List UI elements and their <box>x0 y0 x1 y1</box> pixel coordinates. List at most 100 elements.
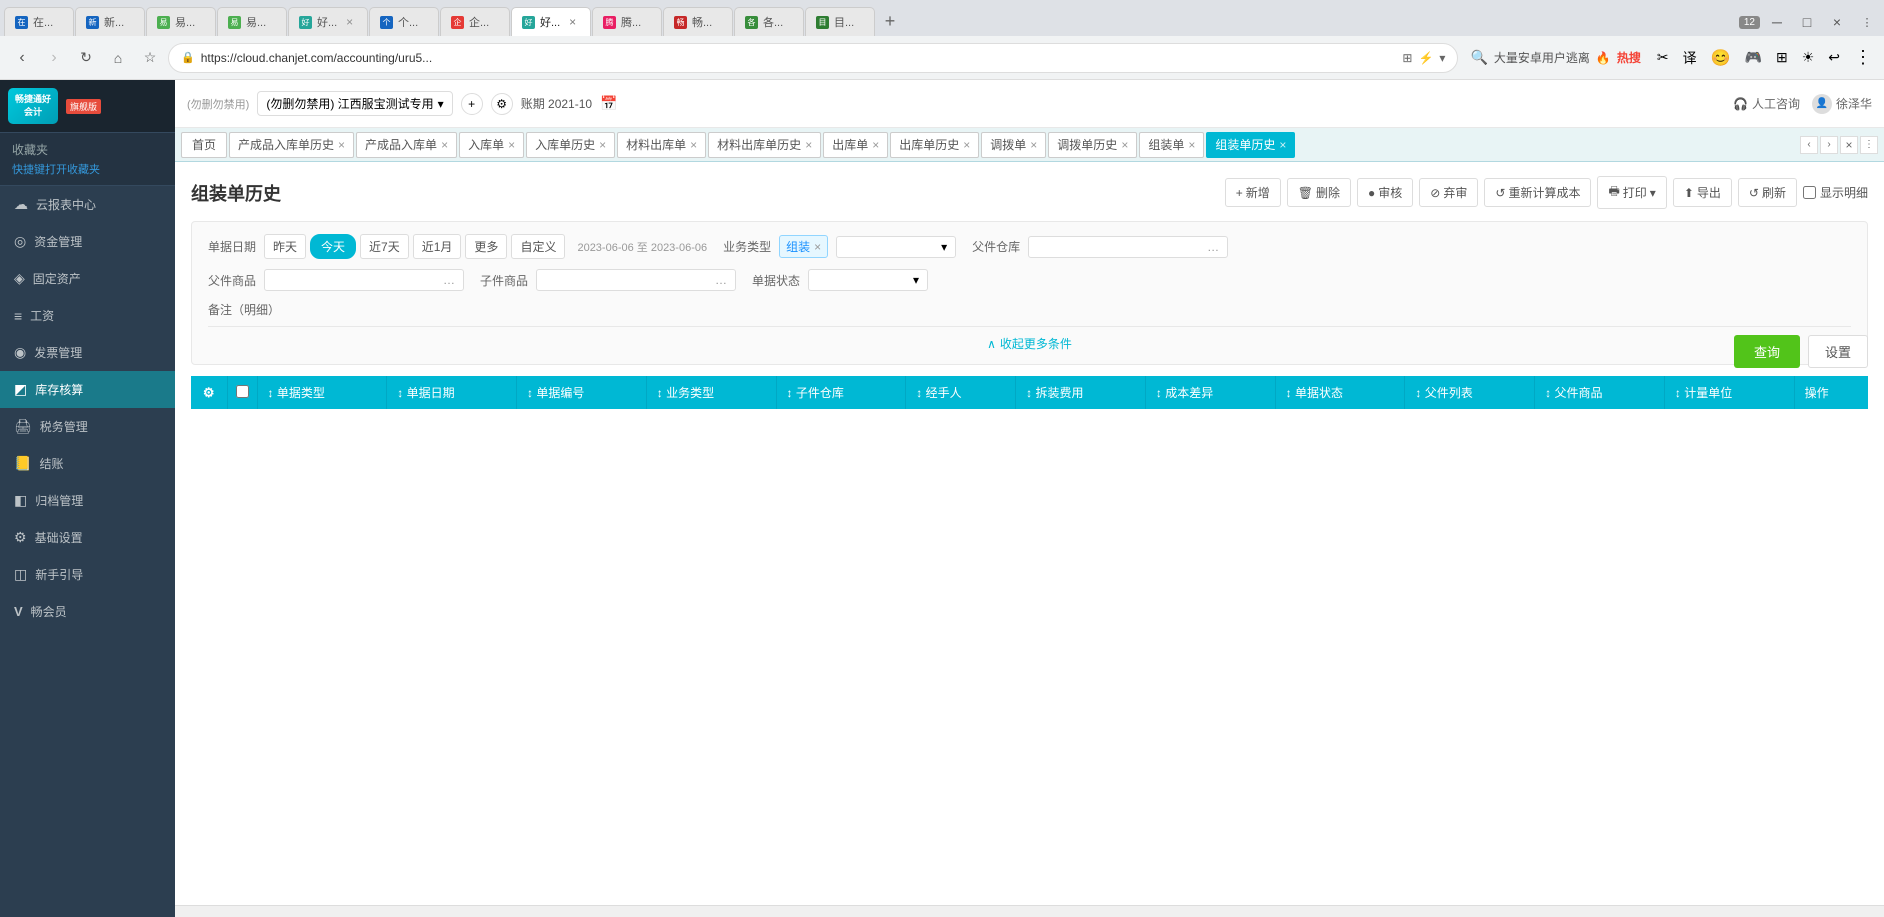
tab-more-btn[interactable]: ⋮ <box>1860 136 1878 154</box>
delete-btn[interactable]: 🗑 删除 <box>1287 178 1351 207</box>
select-all-checkbox[interactable] <box>236 385 249 398</box>
add-company-btn[interactable]: + <box>461 93 483 115</box>
last-month-btn[interactable]: 近1月 <box>413 234 462 259</box>
checkbox-col-header[interactable] <box>227 376 257 409</box>
print-btn[interactable]: 🖶 打印 ▾ <box>1597 176 1666 209</box>
emoji-btn[interactable]: 😊 <box>1707 44 1735 72</box>
assembly-close[interactable]: × <box>1188 138 1195 152</box>
browser-tab-5[interactable]: 好 好... × <box>288 7 368 36</box>
col-child-warehouse[interactable]: ↕ 子件仓库 <box>776 376 906 409</box>
today-btn[interactable]: 今天 <box>310 234 356 259</box>
qr-icon[interactable]: ⊞ <box>1402 51 1412 65</box>
add-btn[interactable]: + 新增 <box>1225 178 1281 207</box>
in-history-close[interactable]: × <box>599 138 606 152</box>
user-info-area[interactable]: 👤 徐泽华 <box>1812 94 1872 114</box>
col-order-date[interactable]: ↕ 单据日期 <box>387 376 517 409</box>
settings-col-header[interactable]: ⚙ <box>191 376 227 409</box>
audit-btn[interactable]: ● 审核 <box>1357 178 1413 207</box>
col-biz-type[interactable]: ↕ 业务类型 <box>646 376 776 409</box>
query-btn[interactable]: 查询 <box>1734 335 1800 368</box>
assembly-history-close[interactable]: × <box>1279 138 1286 152</box>
browser-tab-7[interactable]: 企 企... <box>440 7 510 36</box>
biz-type-select[interactable]: ▾ <box>836 236 956 258</box>
nav-tab-material-out[interactable]: 材料出库单 × <box>617 132 706 158</box>
browser-tab-11[interactable]: 各 各... <box>734 7 804 36</box>
browser-tab-3[interactable]: 易 易... <box>146 7 216 36</box>
col-handler[interactable]: ↕ 经手人 <box>906 376 1016 409</box>
show-detail-checkbox-wrapper[interactable]: 显示明细 <box>1803 184 1868 201</box>
yesterday-btn[interactable]: 昨天 <box>264 234 306 259</box>
nav-tab-out-history[interactable]: 出库单历史 × <box>890 132 979 158</box>
more-date-btn[interactable]: 更多 <box>465 234 507 259</box>
sidebar-item-archive[interactable]: ◧ 归档管理 <box>0 482 175 519</box>
biz-tag-remove[interactable]: × <box>814 240 821 254</box>
game-btn[interactable]: 🎮 <box>1741 45 1766 70</box>
col-order-status[interactable]: ↕ 单据状态 <box>1275 376 1405 409</box>
favorite-link[interactable]: 快捷键打开收藏夹 <box>12 161 163 177</box>
settings-company-btn[interactable]: ⚙ <box>491 93 513 115</box>
sidebar-item-fund-mgmt[interactable]: ◎ 资金管理 <box>0 223 175 260</box>
custom-date-btn[interactable]: 自定义 <box>511 234 565 259</box>
close-window-btn[interactable]: × <box>1824 11 1850 33</box>
nav-tab-home[interactable]: 首页 <box>181 132 227 158</box>
grid-btn[interactable]: ⊞ <box>1772 45 1792 70</box>
forward-button[interactable]: › <box>40 44 68 72</box>
child-goods-input[interactable]: … <box>536 269 736 291</box>
new-tab-button[interactable]: + <box>876 7 904 35</box>
col-disassembly-cost[interactable]: ↕ 拆装费用 <box>1016 376 1146 409</box>
more-options-btn[interactable]: ⋮ <box>1854 11 1880 33</box>
last7-btn[interactable]: 近7天 <box>360 234 409 259</box>
table-settings-icon[interactable]: ⚙ <box>203 385 215 400</box>
sidebar-item-basic-settings[interactable]: ⚙ 基础设置 <box>0 519 175 556</box>
transfer-history-close[interactable]: × <box>1121 138 1128 152</box>
browser-tab-9[interactable]: 腾 腾... <box>592 7 662 36</box>
undo-btn[interactable]: ↩ <box>1824 45 1844 70</box>
calendar-icon[interactable]: 📅 <box>600 95 617 112</box>
tab-next-btn[interactable]: › <box>1820 136 1838 154</box>
sidebar-item-guide[interactable]: ◫ 新手引导 <box>0 556 175 593</box>
out-order-close[interactable]: × <box>872 138 879 152</box>
browser-tab-4[interactable]: 易 易... <box>217 7 287 36</box>
in-order-close[interactable]: × <box>508 138 515 152</box>
sidebar-item-cloud-report[interactable]: ☁ 云报表中心 <box>0 186 175 223</box>
nav-tab-in-history[interactable]: 入库单历史 × <box>526 132 615 158</box>
material-out-history-close[interactable]: × <box>805 138 812 152</box>
sidebar-item-member[interactable]: V 畅会员 <box>0 593 175 630</box>
sidebar-item-payroll[interactable]: ≡ 工资 <box>0 297 175 334</box>
export-btn[interactable]: ⬆ 导出 <box>1673 178 1732 207</box>
refresh-btn[interactable]: ↺ 刷新 <box>1738 178 1797 207</box>
browser-tab-12[interactable]: 目 目... <box>805 7 875 36</box>
parent-warehouse-input[interactable]: … <box>1028 236 1228 258</box>
lightning-icon[interactable]: ⚡ <box>1418 51 1433 65</box>
tab-close-current-btn[interactable]: × <box>1840 136 1858 154</box>
col-parent-list[interactable]: ↕ 父件列表 <box>1405 376 1535 409</box>
support-btn[interactable]: 🎧 人工咨询 <box>1733 95 1800 112</box>
nav-tab-assembly-history-active[interactable]: 组装单历史 × <box>1206 132 1295 158</box>
dropdown-icon[interactable]: ▾ <box>1439 51 1445 65</box>
recalculate-btn[interactable]: ↺ 重新计算成本 <box>1484 178 1591 207</box>
nav-tab-production-in[interactable]: 产成品入库单 × <box>356 132 457 158</box>
minimize-window-btn[interactable]: ─ <box>1764 11 1790 33</box>
filter-settings-btn[interactable]: 设置 <box>1808 335 1868 368</box>
sidebar-item-settle[interactable]: 📒 结账 <box>0 445 175 482</box>
back-button[interactable]: ‹ <box>8 44 36 72</box>
col-unit[interactable]: ↕ 计量单位 <box>1664 376 1794 409</box>
browser-tab-8-active[interactable]: 好 好... × <box>511 7 591 36</box>
nav-tab-out-order[interactable]: 出库单 × <box>823 132 888 158</box>
horizontal-scrollbar[interactable] <box>175 905 1884 917</box>
nav-tab-transfer[interactable]: 调拨单 × <box>981 132 1046 158</box>
abandon-btn[interactable]: ⊘ 弃审 <box>1419 178 1478 207</box>
browser-tab-1[interactable]: 在 在... <box>4 7 74 36</box>
parent-goods-input[interactable]: … <box>264 269 464 291</box>
transfer-close[interactable]: × <box>1030 138 1037 152</box>
browser-tab-10[interactable]: 畅 畅... <box>663 7 733 36</box>
browser-tab-6[interactable]: 个 个... <box>369 7 439 36</box>
tab-close-5[interactable]: × <box>346 15 353 29</box>
nav-tab-assembly[interactable]: 组装单 × <box>1139 132 1204 158</box>
order-status-select[interactable]: ▾ <box>808 269 928 291</box>
translate-btn[interactable]: 译 <box>1679 44 1701 72</box>
tab-close-8[interactable]: × <box>569 15 576 29</box>
scissors-btn[interactable]: ✂ <box>1653 45 1673 70</box>
nav-tab-production-in-history[interactable]: 产成品入库单历史 × <box>229 132 354 158</box>
sidebar-item-fixed-assets[interactable]: ◈ 固定资产 <box>0 260 175 297</box>
